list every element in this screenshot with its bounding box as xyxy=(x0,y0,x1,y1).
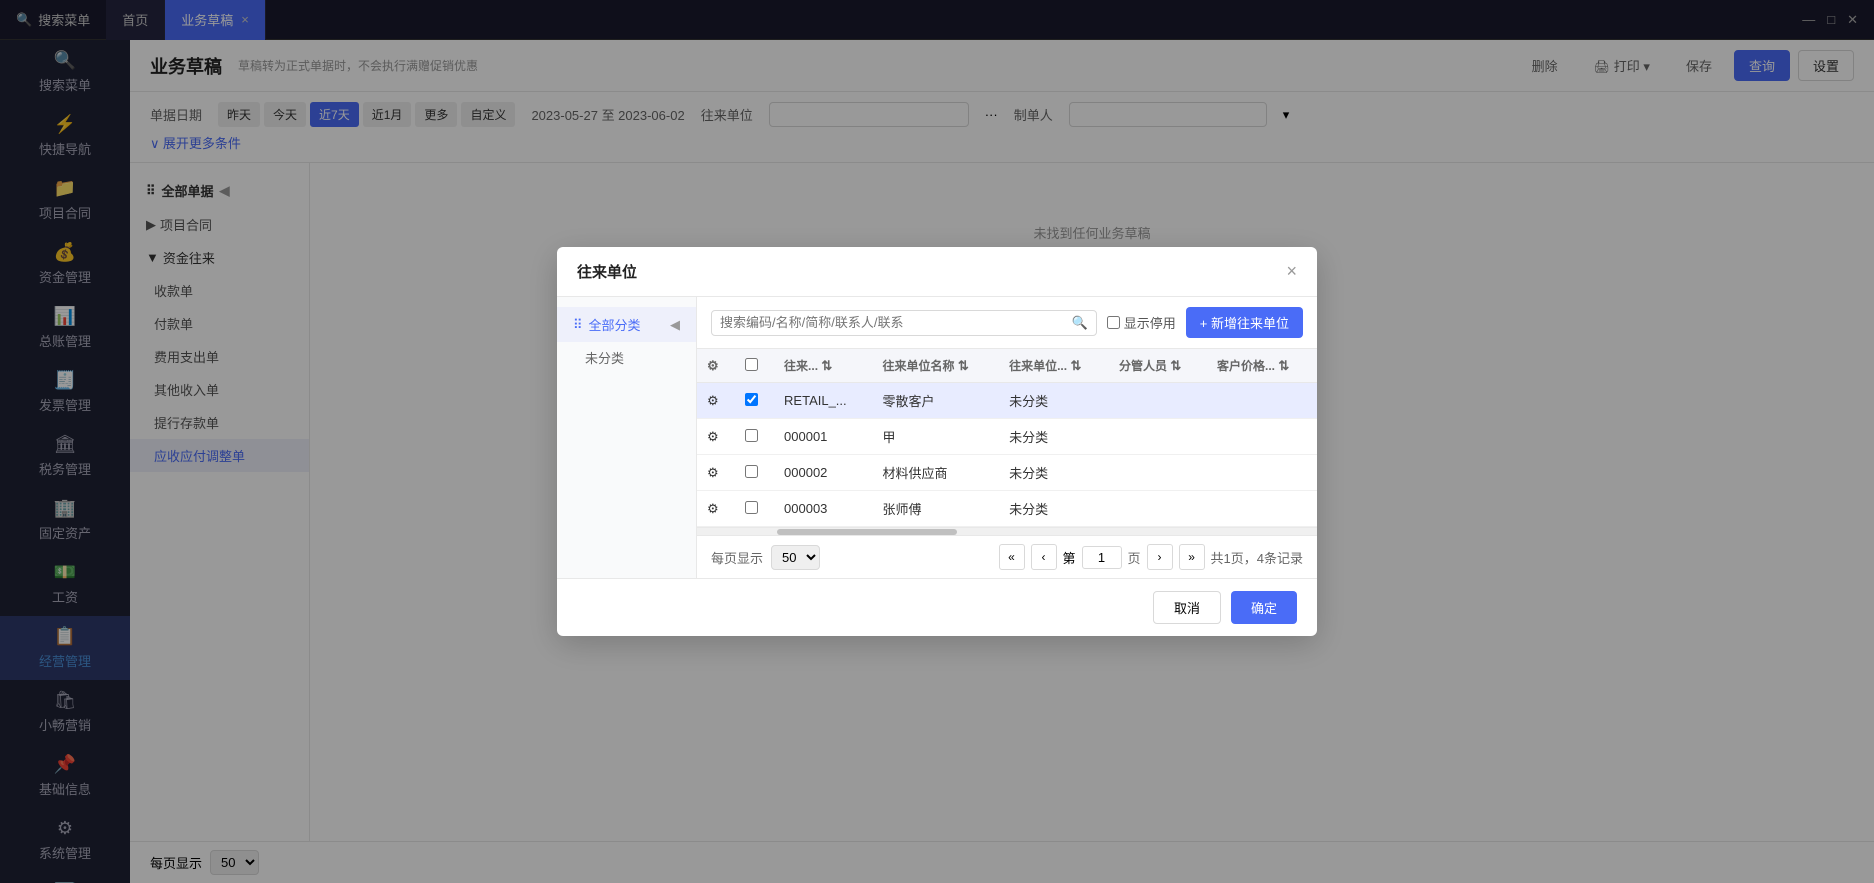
row-settings-cell: ⚙ xyxy=(697,491,735,527)
modal-overlay: 往来单位 × ⠿ 全部分类 ◀ 未分类 xyxy=(0,0,1874,883)
col-name[interactable]: 往来单位名称 ⇅ xyxy=(872,349,999,383)
dialog-title: 往来单位 xyxy=(577,261,637,282)
row-name-cell: 张师傅 xyxy=(872,491,999,527)
row-manager-cell xyxy=(1109,491,1207,527)
dialog-left-all-category[interactable]: ⠿ 全部分类 ◀ xyxy=(557,307,696,342)
col-manager[interactable]: 分管人员 ⇅ xyxy=(1109,349,1207,383)
dialog-table: ⚙ 往来... ⇅ 往来单位名称 ⇅ 往来单位... ⇅ 分管人员 ⇅ 客户价格… xyxy=(697,349,1317,527)
row-settings-cell: ⚙ xyxy=(697,419,735,455)
scroll-bar-thumb[interactable] xyxy=(777,529,957,535)
row-manager-cell xyxy=(1109,455,1207,491)
row-name-cell: 甲 xyxy=(872,419,999,455)
row-checkbox[interactable] xyxy=(745,465,758,478)
confirm-button[interactable]: 确定 xyxy=(1231,591,1297,624)
row-category-cell: 未分类 xyxy=(999,419,1109,455)
row-check-cell[interactable] xyxy=(735,419,774,455)
row-check-cell[interactable] xyxy=(735,383,774,419)
scroll-bar-area xyxy=(697,527,1317,535)
page-number-input[interactable] xyxy=(1082,546,1122,569)
sort-icon: ⇅ xyxy=(821,358,832,373)
row-code-cell: 000002 xyxy=(774,455,872,491)
all-category-label: 全部分类 xyxy=(589,315,641,334)
next-page-btn[interactable]: › xyxy=(1147,544,1173,570)
row-checkbox[interactable] xyxy=(745,501,758,514)
cancel-button[interactable]: 取消 xyxy=(1153,591,1221,624)
sort-icon3: ⇅ xyxy=(1070,358,1081,373)
table-row[interactable]: ⚙ RETAIL_... 零散客户 未分类 xyxy=(697,383,1317,419)
dialog-left-unclassified[interactable]: 未分类 xyxy=(557,342,696,373)
total-info: 共1页，4条记录 xyxy=(1211,548,1303,567)
row-code-cell: 000003 xyxy=(774,491,872,527)
dialog-search-box[interactable]: 🔍 xyxy=(711,310,1097,336)
row-name-cell: 材料供应商 xyxy=(872,455,999,491)
row-price-cell xyxy=(1207,419,1317,455)
sort-icon4: ⇅ xyxy=(1170,358,1181,373)
col-code[interactable]: 往来... ⇅ xyxy=(774,349,872,383)
dialog-search-icon: 🔍 xyxy=(1072,315,1088,331)
row-price-cell xyxy=(1207,383,1317,419)
show-disabled-label: 显示停用 xyxy=(1107,313,1176,332)
show-disabled-text: 显示停用 xyxy=(1124,313,1176,332)
row-price-cell xyxy=(1207,491,1317,527)
col-settings: ⚙ xyxy=(697,349,735,383)
grid-icon2: ⠿ xyxy=(573,317,583,333)
first-page-btn[interactable]: « xyxy=(999,544,1025,570)
pagination: « ‹ 第 页 › » 共1页，4条记录 xyxy=(999,544,1304,570)
show-disabled-checkbox[interactable] xyxy=(1107,316,1120,329)
row-manager-cell xyxy=(1109,383,1207,419)
party-table: ⚙ 往来... ⇅ 往来单位名称 ⇅ 往来单位... ⇅ 分管人员 ⇅ 客户价格… xyxy=(697,349,1317,527)
row-settings-icon: ⚙ xyxy=(707,501,719,516)
row-settings-icon: ⚙ xyxy=(707,429,719,444)
sort-icon2: ⇅ xyxy=(958,358,969,373)
unclassified-label: 未分类 xyxy=(585,351,624,366)
left-panel-collapse-icon[interactable]: ◀ xyxy=(670,317,680,333)
row-settings-icon: ⚙ xyxy=(707,465,719,480)
dialog-body: ⠿ 全部分类 ◀ 未分类 🔍 显示停用 xyxy=(557,297,1317,578)
table-row[interactable]: ⚙ 000003 张师傅 未分类 xyxy=(697,491,1317,527)
row-category-cell: 未分类 xyxy=(999,383,1109,419)
dialog-left-panel: ⠿ 全部分类 ◀ 未分类 xyxy=(557,297,697,578)
row-check-cell[interactable] xyxy=(735,491,774,527)
sort-icon5: ⇅ xyxy=(1278,358,1289,373)
row-category-cell: 未分类 xyxy=(999,455,1109,491)
page-unit: 页 xyxy=(1128,548,1141,567)
row-checkbox[interactable] xyxy=(745,429,758,442)
row-settings-icon: ⚙ xyxy=(707,393,719,408)
row-code-cell: RETAIL_... xyxy=(774,383,872,419)
row-price-cell xyxy=(1207,455,1317,491)
page-label: 第 xyxy=(1063,548,1076,567)
table-row[interactable]: ⚙ 000002 材料供应商 未分类 xyxy=(697,455,1317,491)
add-party-button[interactable]: + 新增往来单位 xyxy=(1186,307,1303,338)
dialog-actions: 取消 确定 xyxy=(557,578,1317,636)
dialog-toolbar: 🔍 显示停用 + 新增往来单位 xyxy=(697,297,1317,349)
row-settings-cell: ⚙ xyxy=(697,455,735,491)
row-code-cell: 000001 xyxy=(774,419,872,455)
select-all-checkbox[interactable] xyxy=(745,358,758,371)
dialog-search-input[interactable] xyxy=(720,315,1066,330)
col-price[interactable]: 客户价格... ⇅ xyxy=(1207,349,1317,383)
row-settings-cell: ⚙ xyxy=(697,383,735,419)
row-checkbox[interactable] xyxy=(745,393,758,406)
row-check-cell[interactable] xyxy=(735,455,774,491)
dialog-page-size-select[interactable]: 50 xyxy=(771,545,820,570)
dialog-footer-bar: 每页显示 50 « ‹ 第 页 › » 共1页，4条记录 xyxy=(697,535,1317,578)
dialog-header: 往来单位 × xyxy=(557,247,1317,297)
prev-page-btn[interactable]: ‹ xyxy=(1031,544,1057,570)
last-page-btn[interactable]: » xyxy=(1179,544,1205,570)
row-category-cell: 未分类 xyxy=(999,491,1109,527)
table-row[interactable]: ⚙ 000001 甲 未分类 xyxy=(697,419,1317,455)
col-check xyxy=(735,349,774,383)
row-manager-cell xyxy=(1109,419,1207,455)
dialog-party: 往来单位 × ⠿ 全部分类 ◀ 未分类 xyxy=(557,247,1317,636)
dialog-right-panel: 🔍 显示停用 + 新增往来单位 ⚙ xyxy=(697,297,1317,578)
row-name-cell: 零散客户 xyxy=(872,383,999,419)
dialog-close-btn[interactable]: × xyxy=(1286,261,1297,282)
col-category[interactable]: 往来单位... ⇅ xyxy=(999,349,1109,383)
dialog-page-size-label: 每页显示 xyxy=(711,548,763,567)
settings-icon: ⚙ xyxy=(707,358,719,373)
